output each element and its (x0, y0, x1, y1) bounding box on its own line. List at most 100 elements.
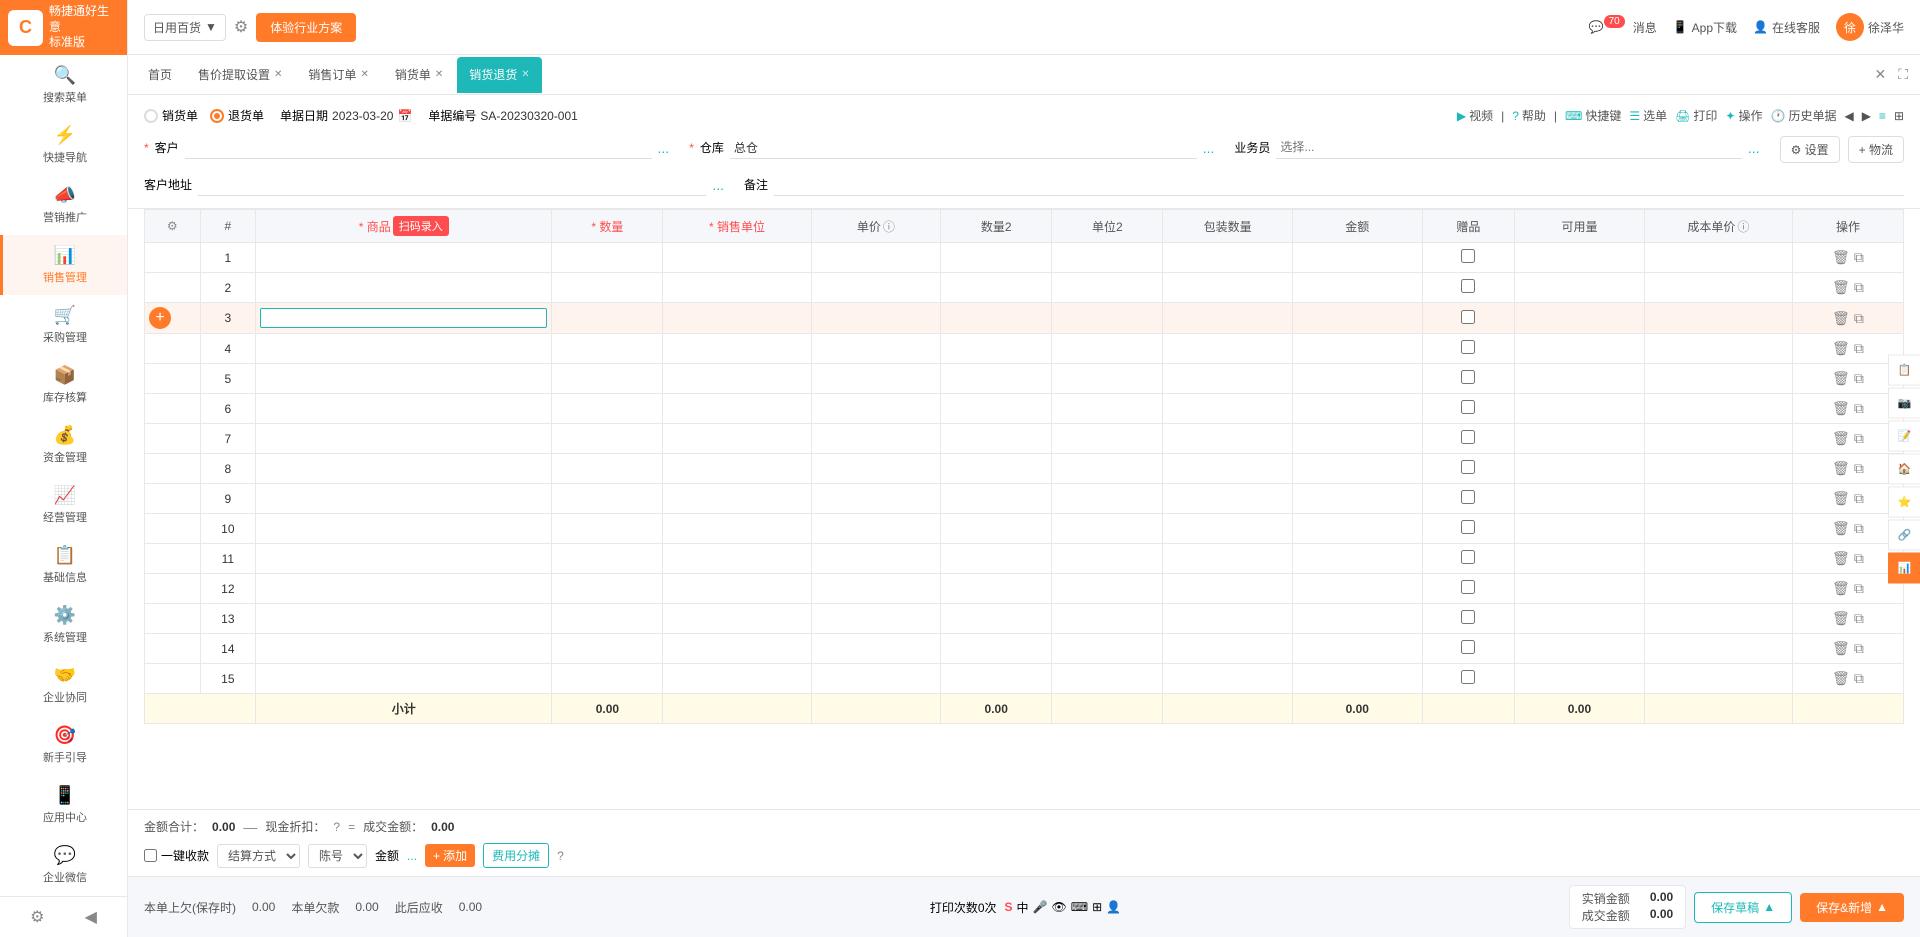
gift-checkbox[interactable] (1461, 640, 1475, 654)
unit-price-cell[interactable] (811, 424, 941, 454)
delete-row-icon[interactable]: 🗑 (1832, 610, 1850, 627)
one-key-checkbox-input[interactable] (144, 849, 157, 862)
product-input[interactable] (260, 308, 547, 328)
quick-btn-5[interactable]: ⭐ (1888, 486, 1920, 517)
gift-checkbox[interactable] (1461, 490, 1475, 504)
delete-row-icon[interactable]: 🗑 (1832, 580, 1850, 597)
copy-row-icon[interactable]: ⧉ (1854, 610, 1864, 627)
amount-cell[interactable] (1292, 604, 1422, 634)
gift-checkbox[interactable] (1461, 460, 1475, 474)
unit2-cell[interactable] (1052, 394, 1163, 424)
delete-row-icon[interactable]: 🗑 (1832, 550, 1850, 567)
delete-row-icon[interactable]: 🗑 (1832, 310, 1850, 327)
tab-home[interactable]: 首页 (136, 57, 184, 93)
unit2-cell[interactable] (1052, 334, 1163, 364)
quantity-cell[interactable] (552, 424, 663, 454)
amount-cell[interactable] (1292, 364, 1422, 394)
gift-cell[interactable] (1422, 243, 1515, 273)
topbar-settings-icon[interactable]: ⚙ (234, 17, 248, 37)
package-qty-cell[interactable] (1163, 273, 1293, 303)
unit2-cell[interactable] (1052, 634, 1163, 664)
delete-row-icon[interactable]: 🗑 (1832, 460, 1850, 477)
unit-price-cell[interactable] (811, 544, 941, 574)
help-btn[interactable]: ? 帮助 (1512, 107, 1546, 124)
package-qty-cell[interactable] (1163, 544, 1293, 574)
tab-price[interactable]: 售价提取设置 ✕ (186, 57, 294, 93)
billing-method-select[interactable]: 结算方式 (217, 844, 300, 868)
tab-sales-return[interactable]: 销货退货 ✕ (457, 57, 541, 93)
gift-cell[interactable] (1422, 394, 1515, 424)
copy-row-icon[interactable]: ⧉ (1854, 490, 1864, 507)
quantity2-cell[interactable] (941, 634, 1052, 664)
sales-unit-cell[interactable] (663, 604, 811, 634)
fee-split-btn[interactable]: 费用分摊 (483, 843, 549, 868)
sidebar-item-newbie[interactable]: 🎯 新手引导 (0, 715, 127, 775)
unit-price-cell[interactable] (811, 514, 941, 544)
quantity2-cell[interactable] (941, 364, 1052, 394)
history-nav-next[interactable]: ▶ (1862, 109, 1871, 123)
quantity-cell[interactable] (552, 334, 663, 364)
unit2-cell[interactable] (1052, 514, 1163, 544)
copy-row-icon[interactable]: ⧉ (1854, 520, 1864, 537)
product-cell[interactable] (256, 604, 552, 634)
address-dots[interactable]: ... (712, 177, 724, 193)
user-profile[interactable]: 徐 徐泽华 (1836, 13, 1904, 41)
unit-price-cell[interactable] (811, 574, 941, 604)
package-qty-cell[interactable] (1163, 303, 1293, 334)
sidebar-item-sales[interactable]: 📊 销售管理 (0, 235, 127, 295)
unit2-cell[interactable] (1052, 364, 1163, 394)
remark-input[interactable] (774, 173, 1904, 196)
customer-input[interactable] (185, 136, 652, 159)
product-cell[interactable] (256, 634, 552, 664)
video-btn[interactable]: ▶ 视频 (1457, 107, 1493, 124)
history-nav-prev[interactable]: ◀ (1844, 109, 1853, 123)
industry-dropdown[interactable]: 日用百货 ▼ (144, 14, 226, 41)
quantity-cell[interactable] (552, 544, 663, 574)
package-qty-cell[interactable] (1163, 484, 1293, 514)
delete-row-icon[interactable]: 🗑 (1832, 490, 1850, 507)
package-qty-cell[interactable] (1163, 574, 1293, 604)
unit-price-cell[interactable] (811, 273, 941, 303)
quantity-cell[interactable] (552, 394, 663, 424)
tab-sales-order[interactable]: 销售订单 ✕ (296, 57, 380, 93)
delete-row-icon[interactable]: 🗑 (1832, 340, 1850, 357)
sales-unit-cell[interactable] (663, 273, 811, 303)
product-cell[interactable] (256, 273, 552, 303)
app-download-btn[interactable]: 📱 App下载 (1673, 19, 1737, 36)
unit-price-cell[interactable] (811, 454, 941, 484)
sidebar-item-purchase[interactable]: 🛒 采购管理 (0, 295, 127, 355)
gift-cell[interactable] (1422, 514, 1515, 544)
sidebar-item-apps[interactable]: 📱 应用中心 (0, 775, 127, 835)
copy-row-icon[interactable]: ⧉ (1854, 640, 1864, 657)
gift-cell[interactable] (1422, 364, 1515, 394)
logistics-btn[interactable]: + 物流 (1848, 136, 1904, 163)
quantity-cell[interactable] (552, 604, 663, 634)
product-cell[interactable] (256, 574, 552, 604)
copy-row-icon[interactable]: ⧉ (1854, 279, 1864, 296)
amount-cell[interactable] (1292, 394, 1422, 424)
sales-unit-cell[interactable] (663, 514, 811, 544)
sidebar-item-shortcut[interactable]: ⚡ 快捷导航 (0, 115, 127, 175)
sales-unit-cell[interactable] (663, 484, 811, 514)
sidebar-item-basic[interactable]: 📋 基础信息 (0, 535, 127, 595)
unit2-cell[interactable] (1052, 273, 1163, 303)
fee-split-help-icon[interactable]: ? (557, 849, 564, 863)
copy-row-icon[interactable]: ⧉ (1854, 550, 1864, 567)
select-btn[interactable]: ☰ 选单 (1629, 107, 1667, 124)
history-btn[interactable]: 🕐 历史单据 (1770, 107, 1836, 124)
unit2-cell[interactable] (1052, 454, 1163, 484)
unit-price-cell[interactable] (811, 664, 941, 694)
delete-row-icon[interactable]: 🗑 (1832, 430, 1850, 447)
copy-row-icon[interactable]: ⧉ (1854, 460, 1864, 477)
tab-sales-order-close-icon[interactable]: ✕ (360, 69, 368, 80)
quantity-cell[interactable] (552, 454, 663, 484)
add-payment-btn[interactable]: + 添加 (425, 844, 475, 867)
sales-unit-cell[interactable] (663, 424, 811, 454)
gift-cell[interactable] (1422, 544, 1515, 574)
product-cell[interactable] (256, 243, 552, 273)
amount-cell[interactable] (1292, 243, 1422, 273)
delete-row-icon[interactable]: 🗑 (1832, 520, 1850, 537)
unit-price-cell[interactable] (811, 303, 941, 334)
save-draft-btn[interactable]: 保存草稿 ▲ (1694, 892, 1792, 923)
one-key-payment-checkbox[interactable]: 一键收款 (144, 847, 209, 864)
